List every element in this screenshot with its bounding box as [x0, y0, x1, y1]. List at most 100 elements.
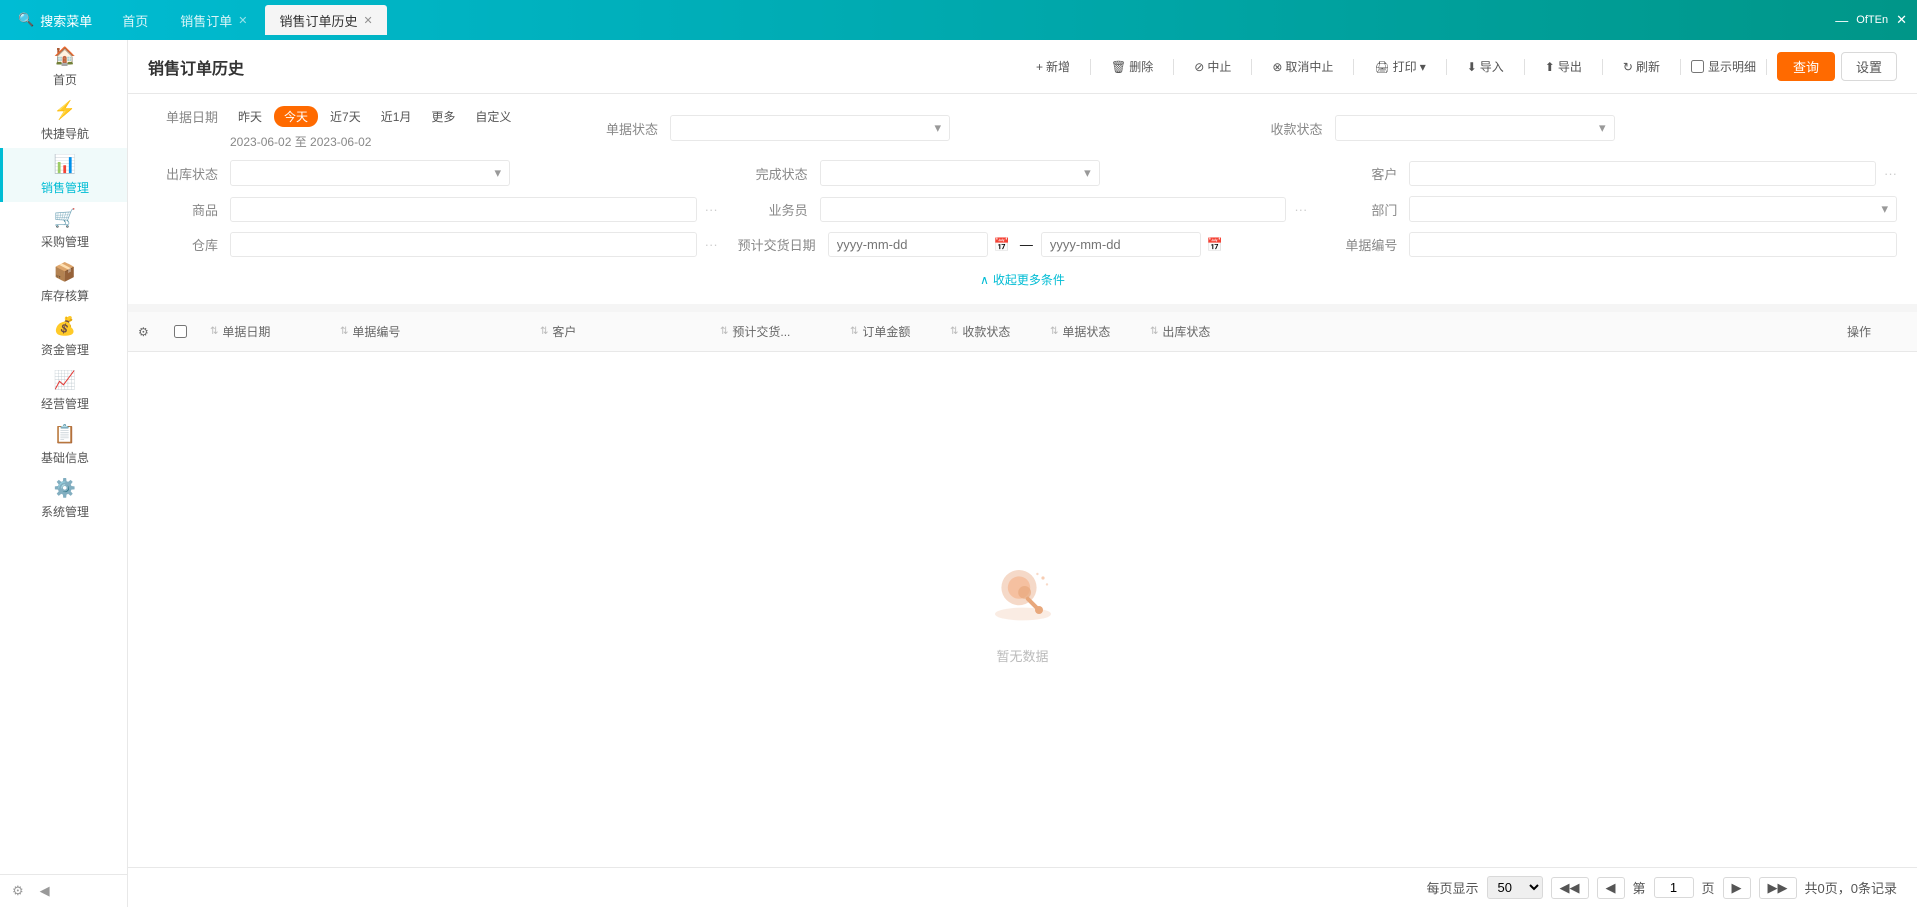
- payment-status-arrow: ▾: [1599, 120, 1606, 136]
- refresh-icon: ↻: [1623, 60, 1633, 74]
- warehouse-input[interactable]: [230, 232, 697, 257]
- date-tab-custom[interactable]: 自定义: [467, 106, 519, 127]
- current-page-input[interactable]: [1654, 877, 1694, 898]
- calendar-start-icon[interactable]: 📅: [994, 237, 1010, 253]
- base-info-icon: 📋: [54, 424, 76, 445]
- collapse-bar[interactable]: ∧ 收起更多条件: [148, 267, 1897, 292]
- tab-sales-order[interactable]: 销售订单 ✕: [166, 5, 261, 35]
- sidebar-item-finance[interactable]: 💰 资金管理: [0, 310, 127, 364]
- settings-button[interactable]: 设置: [1841, 52, 1897, 81]
- page-size-select[interactable]: 50 10 20 100: [1487, 876, 1543, 899]
- warehouse-dots[interactable]: ···: [705, 237, 718, 252]
- toolbar-divider-8: [1680, 59, 1681, 75]
- import-button[interactable]: ⬇ 导入: [1457, 54, 1514, 79]
- export-button[interactable]: ⬆ 导出: [1535, 54, 1592, 79]
- tab-sales-history[interactable]: 销售订单历史 ✕: [265, 5, 386, 35]
- sidebar-settings-icon[interactable]: ⚙: [12, 883, 24, 899]
- sidebar-item-inventory-label: 库存核算: [41, 287, 89, 304]
- tab-sales-history-close[interactable]: ✕: [363, 14, 372, 27]
- th-settings[interactable]: ⚙: [138, 325, 174, 339]
- salesperson-input[interactable]: [820, 197, 1287, 222]
- sidebar-item-inventory[interactable]: 📦 库存核算: [0, 256, 127, 310]
- product-dots[interactable]: ···: [705, 202, 718, 217]
- date-tab-yesterday[interactable]: 昨天: [230, 106, 270, 127]
- delete-button[interactable]: 🗑 删除: [1101, 54, 1163, 79]
- product-input[interactable]: [230, 197, 697, 222]
- th-customer[interactable]: ⇅ 客户: [540, 323, 720, 340]
- customer-input[interactable]: [1409, 161, 1876, 186]
- next-page-button[interactable]: ▶: [1723, 877, 1751, 899]
- filter-cell-order-status: 单据状态 ▾: [588, 115, 1233, 141]
- delivery-status-select[interactable]: ▾: [230, 160, 510, 186]
- order-status-select[interactable]: ▾: [670, 115, 950, 141]
- delivery-date-end[interactable]: [1041, 232, 1201, 257]
- date-tab-more[interactable]: 更多: [423, 106, 463, 127]
- th-num[interactable]: ⇅ 单据编号: [340, 323, 540, 340]
- quick-nav-icon: ⚡: [54, 100, 76, 121]
- show-detail-checkbox[interactable]: [1691, 60, 1704, 73]
- th-amount[interactable]: ⇅ 订单金额: [850, 323, 950, 340]
- th-order-status[interactable]: ⇅ 单据状态: [1050, 323, 1150, 340]
- select-all-checkbox[interactable]: [174, 325, 187, 338]
- sidebar-item-system[interactable]: ⚙️ 系统管理: [0, 472, 127, 526]
- tab-home[interactable]: 首页: [108, 5, 162, 35]
- date-tab-last1m[interactable]: 近1月: [373, 106, 420, 127]
- delivery-status-arrow: ▾: [494, 165, 501, 181]
- search-icon: 🔍: [18, 12, 34, 28]
- query-button[interactable]: 查询: [1777, 52, 1835, 81]
- table-settings-icon[interactable]: ⚙: [138, 325, 149, 339]
- filter-cell-delivery-date: 预计交货日期 📅 — 📅: [738, 232, 1308, 257]
- first-page-button[interactable]: ◀◀: [1551, 877, 1589, 899]
- print-button[interactable]: 🖨 打印 ▾: [1364, 54, 1435, 79]
- sidebar-item-base-info[interactable]: 📋 基础信息: [0, 418, 127, 472]
- product-label: 商品: [148, 200, 218, 219]
- window-minimize-icon[interactable]: —: [1835, 13, 1848, 28]
- toolbar: + 新增 🗑 删除 ⊘ 中止 ⊗ 取消中止: [1026, 52, 1897, 93]
- prev-page-button[interactable]: ◀: [1597, 877, 1625, 899]
- th-payment-label: 收款状态: [962, 323, 1010, 340]
- sidebar-item-operations-label: 经营管理: [41, 395, 89, 412]
- date-tab-last7[interactable]: 近7天: [322, 106, 369, 127]
- tab-sales-order-label: 销售订单: [180, 11, 232, 30]
- order-num-input[interactable]: [1409, 232, 1897, 257]
- cancel-stop-button[interactable]: ⊗ 取消中止: [1262, 54, 1343, 79]
- sales-icon: 📊: [54, 154, 76, 175]
- sidebar-item-purchase-label: 采购管理: [41, 233, 89, 250]
- complete-status-select[interactable]: ▾: [820, 160, 1100, 186]
- import-label: 导入: [1480, 58, 1504, 75]
- show-detail-toggle[interactable]: 显示明细: [1691, 58, 1756, 75]
- new-button[interactable]: + 新增: [1026, 54, 1080, 79]
- window-expand-icon[interactable]: OfTEn: [1856, 14, 1888, 26]
- th-checkbox[interactable]: [174, 325, 210, 338]
- calendar-end-icon[interactable]: 📅: [1207, 237, 1223, 253]
- tab-sales-order-close[interactable]: ✕: [238, 14, 247, 27]
- filter-cell-order-num: 单据编号: [1327, 232, 1897, 257]
- collapse-label: 收起更多条件: [993, 271, 1065, 288]
- th-payment[interactable]: ⇅ 收款状态: [950, 323, 1050, 340]
- salesperson-dots[interactable]: ···: [1294, 202, 1307, 217]
- table-header: ⚙ ⇅ 单据日期 ⇅ 单据编号 ⇅ 客户 ⇅: [128, 312, 1917, 352]
- stop-label: 中止: [1207, 58, 1231, 75]
- toolbar-divider-2: [1173, 59, 1174, 75]
- sidebar-item-home[interactable]: 🏠 首页: [0, 40, 127, 94]
- sidebar-item-sales[interactable]: 📊 销售管理: [0, 148, 127, 202]
- delivery-date-start[interactable]: [828, 232, 988, 257]
- order-status-arrow: ▾: [934, 120, 941, 136]
- customer-dots[interactable]: ···: [1884, 166, 1897, 181]
- stop-button[interactable]: ⊘ 中止: [1184, 54, 1241, 79]
- last-page-button[interactable]: ▶▶: [1759, 877, 1797, 899]
- window-close-icon[interactable]: ✕: [1896, 12, 1907, 28]
- sidebar-item-operations[interactable]: 📈 经营管理: [0, 364, 127, 418]
- th-date[interactable]: ⇅ 单据日期: [210, 323, 340, 340]
- th-out-status[interactable]: ⇅ 出库状态: [1150, 323, 1847, 340]
- date-tab-today[interactable]: 今天: [274, 106, 318, 127]
- payment-status-select[interactable]: ▾: [1335, 115, 1615, 141]
- department-select[interactable]: ▾: [1409, 196, 1897, 222]
- sidebar-collapse-icon[interactable]: ◀: [40, 883, 50, 899]
- sidebar-item-purchase[interactable]: 🛒 采购管理: [0, 202, 127, 256]
- refresh-button[interactable]: ↻ 刷新: [1613, 54, 1670, 79]
- sidebar-item-quick-nav[interactable]: ⚡ 快捷导航: [0, 94, 127, 148]
- th-num-label: 单据编号: [352, 323, 400, 340]
- th-delivery[interactable]: ⇅ 预计交货...: [720, 323, 850, 340]
- search-menu[interactable]: 🔍 搜索菜单: [10, 0, 108, 40]
